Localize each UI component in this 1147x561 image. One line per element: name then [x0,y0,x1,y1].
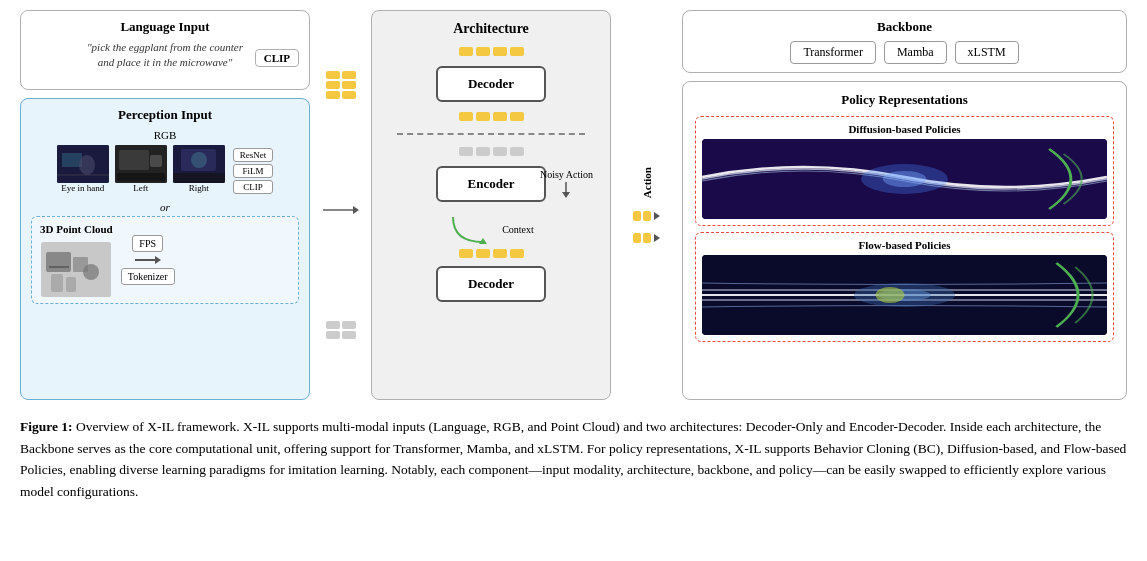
flow-viz [702,255,1107,335]
language-input-box: Language Input "pick the eggplant from t… [20,10,310,90]
backbone-buttons: Transformer Mamba xLSTM [698,41,1111,64]
language-title: Language Input [33,19,297,35]
flow-section: Flow-based Policies [695,232,1114,342]
svg-point-10 [191,152,207,168]
robot-icon [41,242,111,297]
left-panel: Language Input "pick the eggplant from t… [20,10,310,400]
decoder-box: Decoder [436,66,546,102]
context-label: Context [502,224,534,235]
clip-encoder-badge: CLIP [233,180,274,194]
mamba-btn: Mamba [884,41,947,64]
eye-in-hand-camera: Eye in hand [57,145,109,193]
eye-in-hand-label: Eye in hand [61,183,104,193]
perception-title: Perception Input [31,107,299,123]
svg-rect-13 [46,252,71,272]
action-connector: Action [619,10,674,400]
caption: Figure 1: Overview of X-IL framework. X-… [20,416,1127,502]
noisy-action-label: Noisy Action [540,169,593,180]
tokenizer-badge: Tokenizer [121,268,175,285]
left-mid-connector [318,10,363,400]
svg-marker-20 [562,192,570,198]
action-label: Action [641,167,653,198]
left-cam-img [115,145,167,183]
eye-in-hand-img [57,145,109,183]
diffusion-viz [702,139,1107,219]
right-camera: Right [173,145,225,193]
xlstm-btn: xLSTM [955,41,1019,64]
svg-rect-1 [62,153,82,167]
policy-box: Policy Representations Diffusion-based P… [682,81,1127,400]
architecture-title: Architecture [453,21,529,37]
language-quote: "pick the eggplant from the counter and … [80,40,250,71]
svg-rect-6 [150,155,162,167]
right-panel: Backbone Transformer Mamba xLSTM Policy … [682,10,1127,400]
svg-point-24 [883,171,926,187]
left-label: Left [133,183,148,193]
right-cam-img [173,145,225,183]
pointcloud-section: 3D Point Cloud FPS [31,216,299,304]
encoder-box: Encoder [436,166,546,202]
diffusion-section: Diffusion-based Policies [695,116,1114,226]
fps-tokenizer-group: FPS Tokenizer [121,235,175,285]
flow-title: Flow-based Policies [702,239,1107,251]
encoder-group: ResNet FiLM CLIP [233,148,274,194]
clip-badge: CLIP [255,49,299,67]
svg-rect-5 [119,150,149,170]
backbone-title: Backbone [698,19,1111,35]
rgb-label: RGB [154,129,177,141]
transformer-btn: Transformer [790,41,876,64]
svg-rect-11 [173,173,225,183]
diagram-container: Language Input "pick the eggplant from t… [20,10,1127,400]
svg-point-17 [83,264,99,280]
svg-rect-15 [51,274,63,292]
perception-input-box: Perception Input RGB [20,98,310,400]
resnet-badge: ResNet [233,148,274,162]
or-label: or [31,201,299,213]
figure-label: Figure 1: [20,419,73,434]
right-label: Right [189,183,209,193]
pointcloud-title: 3D Point Cloud [40,223,113,235]
svg-point-28 [876,287,905,303]
noisy-action-arrow [551,180,581,200]
rgb-section: RGB [31,129,299,141]
svg-rect-7 [117,173,165,181]
svg-point-2 [79,155,95,175]
fps-badge: FPS [132,235,163,252]
decoder2-box: Decoder [436,266,546,302]
context-arrow-svg [448,212,498,247]
architecture-content: Decoder Encoder Noisy [387,47,595,389]
left-camera: Left [115,145,167,193]
camera-row: Eye in hand Left [57,145,225,193]
film-badge: FiLM [233,164,274,178]
diffusion-title: Diffusion-based Policies [702,123,1107,135]
svg-rect-16 [66,277,76,292]
architecture-panel: Architecture Decoder [371,10,611,400]
policy-title: Policy Representations [695,92,1114,108]
caption-text: Overview of X-IL framework. X-IL support… [20,419,1126,499]
backbone-box: Backbone Transformer Mamba xLSTM [682,10,1127,73]
dashed-separator [397,133,584,135]
